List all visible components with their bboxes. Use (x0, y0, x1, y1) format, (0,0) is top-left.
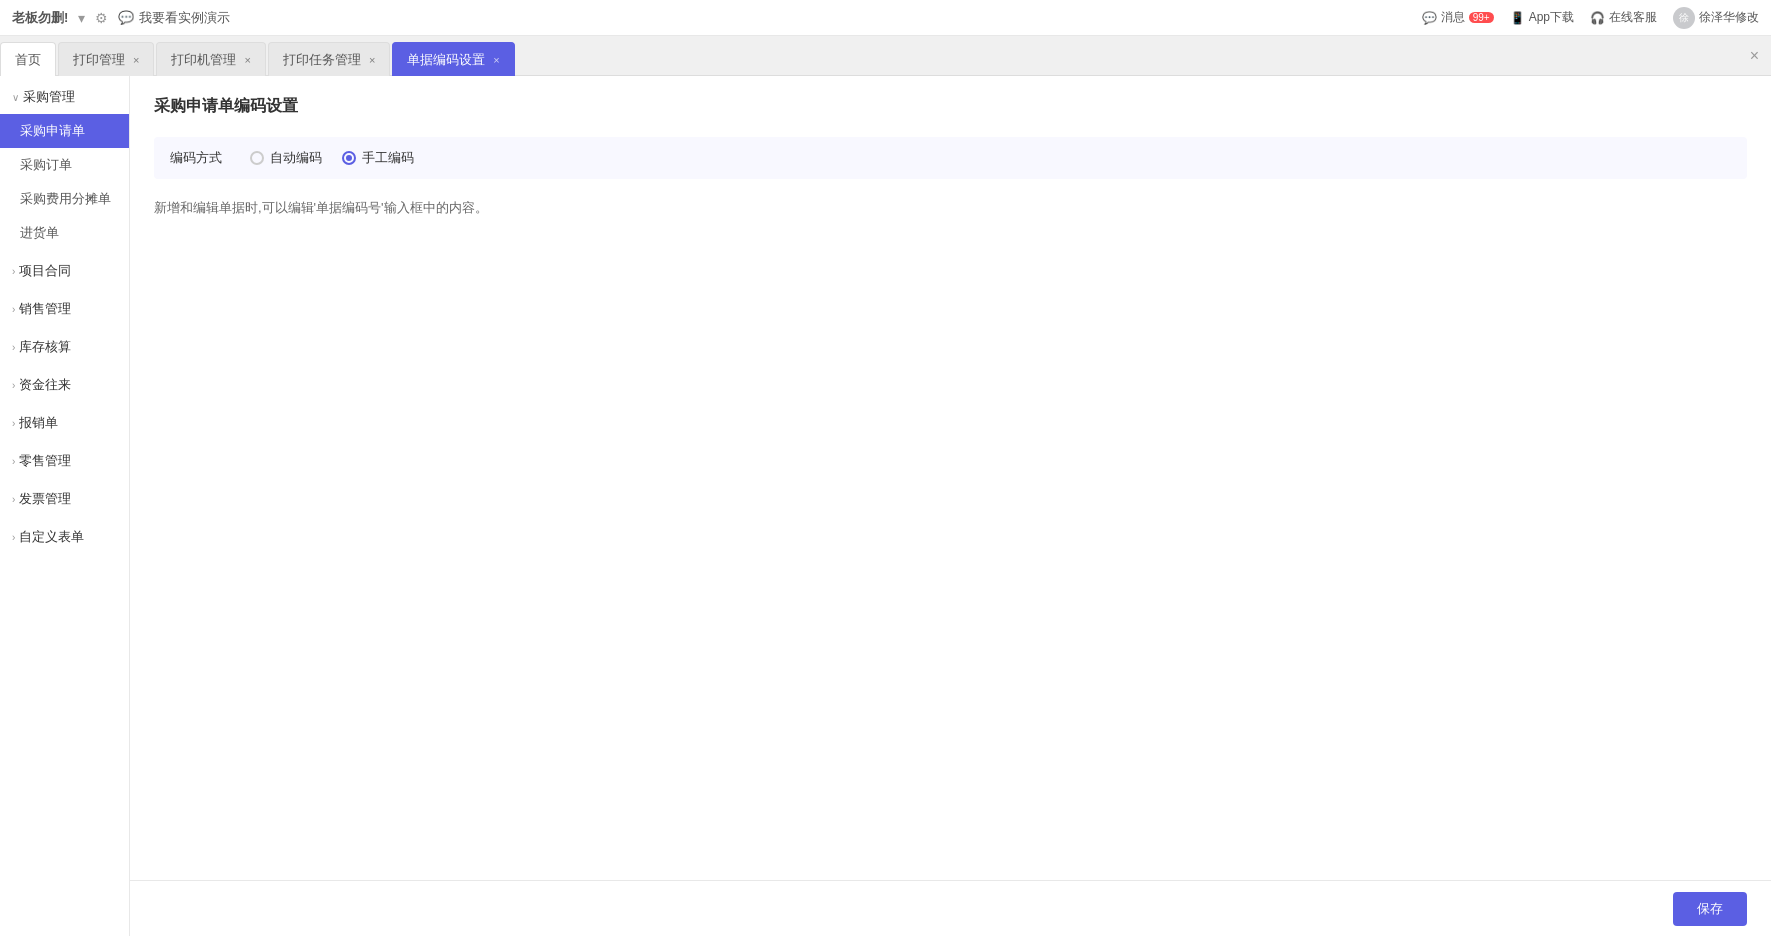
coding-method-label: 编码方式 (170, 149, 230, 167)
sidebar-group-invoice-mgmt: › 发票管理 (0, 482, 129, 516)
sidebar-group-inventory: › 库存核算 (0, 330, 129, 364)
main-layout: ∨ 采购管理 采购申请单 采购订单 采购费用分摊单 进货单 › 项目合同 (0, 76, 1771, 936)
arrow-icon-sales-mgmt: › (12, 304, 15, 315)
arrow-icon-returns: › (12, 418, 15, 429)
radio-auto-label: 自动编码 (270, 149, 322, 167)
service-icon: 🎧 (1590, 11, 1605, 25)
sidebar-group-custom-forms: › 自定义表单 (0, 520, 129, 554)
brand-text: 老板勿删! (12, 9, 68, 27)
app-icon: 📱 (1510, 11, 1525, 25)
sidebar-group-project-contract: › 项目合同 (0, 254, 129, 288)
online-service-button[interactable]: 🎧 在线客服 (1590, 9, 1657, 26)
sidebar-group-title-sales-mgmt[interactable]: › 销售管理 (0, 292, 129, 326)
tab-print-mgmt[interactable]: 打印管理 × (58, 42, 154, 76)
tab-home-label: 首页 (15, 51, 41, 69)
arrow-icon-custom-forms: › (12, 532, 15, 543)
content-area: 采购申请单编码设置 编码方式 自动编码 手工编码 (130, 76, 1771, 936)
arrow-icon-funds: › (12, 380, 15, 391)
hint-text: 新增和编辑单据时,可以编辑'单据编码号'输入框中的内容。 (154, 199, 1747, 217)
tab-print-task-mgmt[interactable]: 打印任务管理 × (268, 42, 390, 76)
tab-home[interactable]: 首页 (0, 42, 56, 76)
sidebar-group-label-funds: 资金往来 (19, 376, 71, 394)
sidebar-item-label-stock-in: 进货单 (20, 225, 59, 240)
sidebar-item-stock-in[interactable]: 进货单 (0, 216, 129, 250)
tab-print-mgmt-close[interactable]: × (133, 54, 139, 66)
message-button[interactable]: 💬 消息 99+ (1422, 9, 1494, 26)
sidebar: ∨ 采购管理 采购申请单 采购订单 采购费用分摊单 进货单 › 项目合同 (0, 76, 130, 936)
tab-single-code-settings[interactable]: 单据编码设置 × (392, 42, 514, 76)
sidebar-item-label-purchase-request: 采购申请单 (20, 123, 85, 138)
sidebar-item-purchase-order[interactable]: 采购订单 (0, 148, 129, 182)
page-title: 采购申请单编码设置 (154, 96, 1747, 117)
arrow-icon-project-contract: › (12, 266, 15, 277)
sidebar-item-label-purchase-order: 采购订单 (20, 157, 72, 172)
sidebar-group-funds: › 资金往来 (0, 368, 129, 402)
close-all-button[interactable]: × (1750, 36, 1759, 76)
tab-single-code-settings-close[interactable]: × (493, 54, 499, 66)
notice-text: 我要看实例演示 (139, 9, 230, 27)
sidebar-group-label-sales-mgmt: 销售管理 (19, 300, 71, 318)
sidebar-group-title-custom-forms[interactable]: › 自定义表单 (0, 520, 129, 554)
tab-bar: 首页 打印管理 × 打印机管理 × 打印任务管理 × 单据编码设置 × × (0, 36, 1771, 76)
user-profile-button[interactable]: 徐 徐泽华修改 (1673, 7, 1759, 29)
message-label: 消息 (1441, 9, 1465, 26)
sidebar-group-title-project-contract[interactable]: › 项目合同 (0, 254, 129, 288)
message-icon: 💬 (1422, 11, 1437, 25)
sidebar-item-purchase-request[interactable]: 采购申请单 (0, 114, 129, 148)
online-service-label: 在线客服 (1609, 9, 1657, 26)
content-body: 采购申请单编码设置 编码方式 自动编码 手工编码 (130, 76, 1771, 880)
sidebar-group-label-retail-mgmt: 零售管理 (19, 452, 71, 470)
top-bar-left: 老板勿删! ▾ ⚙ 💬 我要看实例演示 (12, 9, 230, 27)
arrow-icon-invoice-mgmt: › (12, 494, 15, 505)
sidebar-item-label-purchase-expense: 采购费用分摊单 (20, 191, 111, 206)
sidebar-group-title-invoice-mgmt[interactable]: › 发票管理 (0, 482, 129, 516)
tab-printer-mgmt-close[interactable]: × (244, 54, 250, 66)
sidebar-group-title-inventory[interactable]: › 库存核算 (0, 330, 129, 364)
message-badge: 99+ (1469, 12, 1494, 23)
notice-icon: 💬 (118, 10, 134, 25)
radio-manual-label: 手工编码 (362, 149, 414, 167)
sidebar-group-title-purchase-mgmt[interactable]: ∨ 采购管理 (0, 80, 129, 114)
tab-print-mgmt-label: 打印管理 (73, 51, 125, 69)
radio-group-coding: 自动编码 手工编码 (250, 149, 414, 167)
sidebar-group-label-purchase-mgmt: 采购管理 (23, 88, 75, 106)
sidebar-item-purchase-expense[interactable]: 采购费用分摊单 (0, 182, 129, 216)
sidebar-group-sales-mgmt: › 销售管理 (0, 292, 129, 326)
radio-auto-coding[interactable]: 自动编码 (250, 149, 322, 167)
radio-circle-auto (250, 151, 264, 165)
sidebar-group-label-returns: 报销单 (19, 414, 58, 432)
tab-printer-mgmt[interactable]: 打印机管理 × (156, 42, 265, 76)
sidebar-group-title-funds[interactable]: › 资金往来 (0, 368, 129, 402)
settings-icon[interactable]: ⚙ (95, 10, 108, 26)
arrow-icon-purchase-mgmt: ∨ (12, 92, 19, 103)
app-download-label: App下载 (1529, 9, 1574, 26)
dropdown-icon[interactable]: ▾ (78, 10, 85, 26)
tab-single-code-settings-label: 单据编码设置 (407, 51, 485, 69)
sidebar-group-title-retail-mgmt[interactable]: › 零售管理 (0, 444, 129, 478)
notice-link[interactable]: 💬 我要看实例演示 (118, 9, 230, 27)
arrow-icon-inventory: › (12, 342, 15, 353)
coding-method-row: 编码方式 自动编码 手工编码 (154, 137, 1747, 179)
top-bar: 老板勿删! ▾ ⚙ 💬 我要看实例演示 💬 消息 99+ 📱 App下载 🎧 在… (0, 0, 1771, 36)
app-download-button[interactable]: 📱 App下载 (1510, 9, 1574, 26)
tab-printer-mgmt-label: 打印机管理 (171, 51, 236, 69)
tab-print-task-mgmt-close[interactable]: × (369, 54, 375, 66)
sidebar-group-returns: › 报销单 (0, 406, 129, 440)
sidebar-group-label-project-contract: 项目合同 (19, 262, 71, 280)
radio-circle-manual (342, 151, 356, 165)
sidebar-group-label-custom-forms: 自定义表单 (19, 528, 84, 546)
top-bar-right: 💬 消息 99+ 📱 App下载 🎧 在线客服 徐 徐泽华修改 (1422, 7, 1759, 29)
arrow-icon-retail-mgmt: › (12, 456, 15, 467)
sidebar-group-purchase-mgmt: ∨ 采购管理 采购申请单 采购订单 采购费用分摊单 进货单 (0, 80, 129, 250)
radio-manual-coding[interactable]: 手工编码 (342, 149, 414, 167)
user-name: 徐泽华修改 (1699, 9, 1759, 26)
sidebar-group-retail-mgmt: › 零售管理 (0, 444, 129, 478)
sidebar-group-label-invoice-mgmt: 发票管理 (19, 490, 71, 508)
sidebar-group-label-inventory: 库存核算 (19, 338, 71, 356)
save-button[interactable]: 保存 (1673, 892, 1747, 926)
tab-print-task-mgmt-label: 打印任务管理 (283, 51, 361, 69)
content-footer: 保存 (130, 880, 1771, 936)
sidebar-group-title-returns[interactable]: › 报销单 (0, 406, 129, 440)
avatar: 徐 (1673, 7, 1695, 29)
